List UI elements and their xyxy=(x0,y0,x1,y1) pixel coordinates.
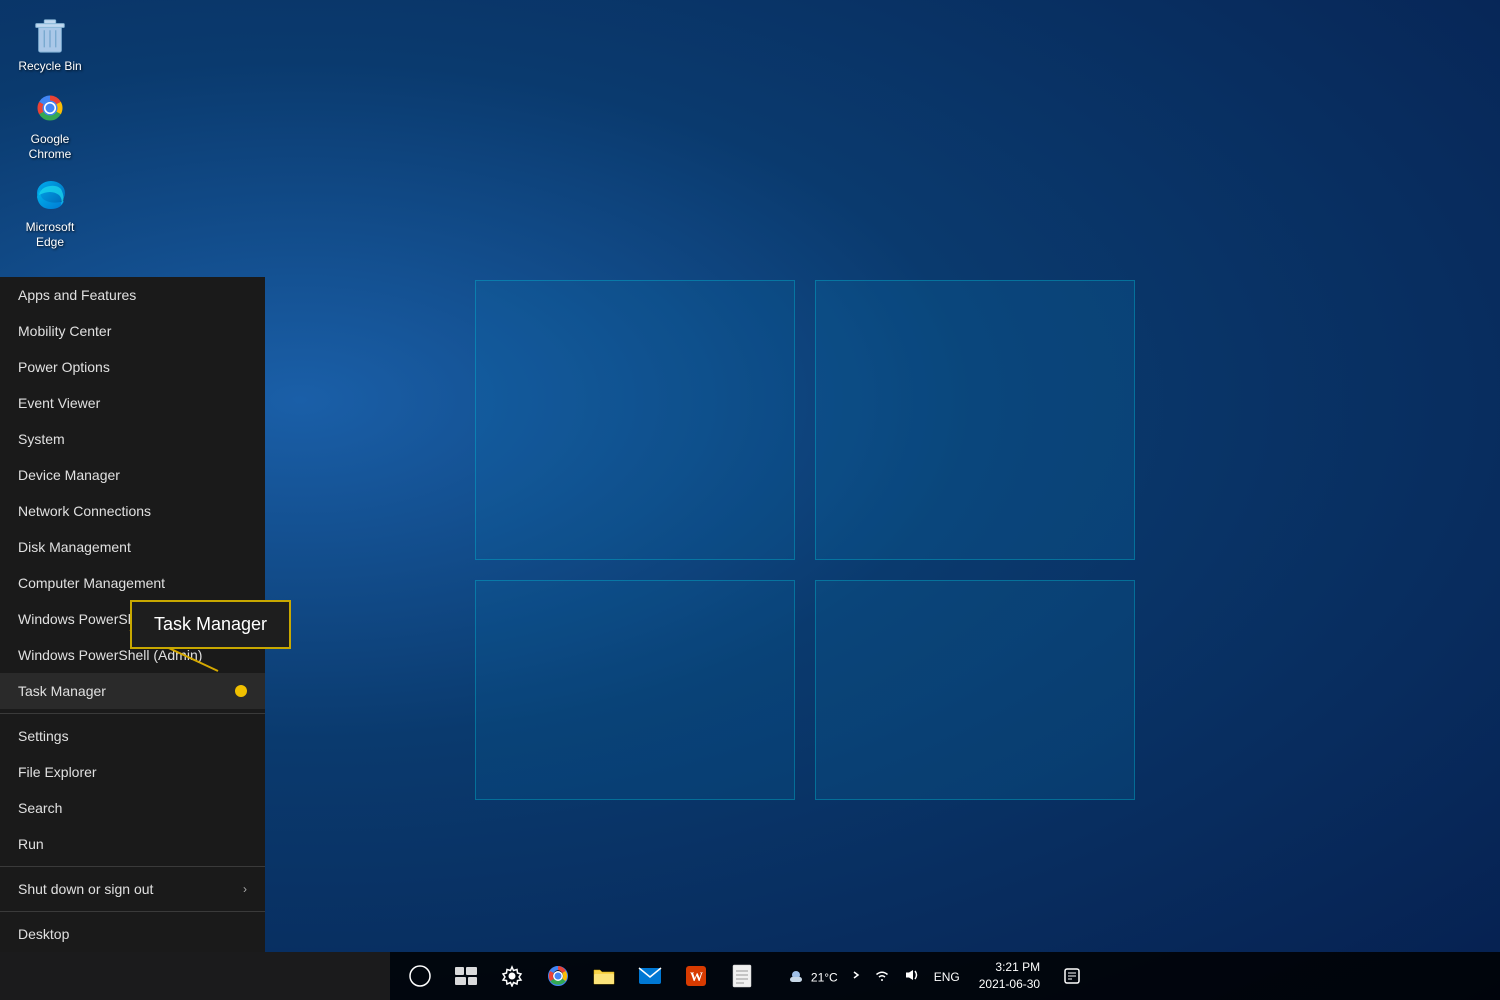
desktop-icons: Recycle Bin Go xyxy=(10,10,90,254)
menu-item-event-viewer[interactable]: Event Viewer xyxy=(0,385,265,421)
svg-text:W: W xyxy=(690,969,703,984)
menu-item-computer-management[interactable]: Computer Management xyxy=(0,565,265,601)
taskbar-language-indicator[interactable]: ENG xyxy=(931,966,963,986)
desktop: Recycle Bin Go xyxy=(0,0,1500,1000)
task-manager-dot xyxy=(235,685,247,697)
taskbar: W 21°C xyxy=(0,952,1500,1000)
taskbar-show-hidden-icons[interactable] xyxy=(849,966,863,986)
taskbar-task-view-button[interactable] xyxy=(446,956,486,996)
microsoft-edge-label: Microsoft Edge xyxy=(15,220,85,249)
menu-item-run[interactable]: Run xyxy=(0,826,265,862)
menu-divider-2 xyxy=(0,866,265,867)
taskbar-mail-button[interactable] xyxy=(630,956,670,996)
windows-logo-watermark xyxy=(475,200,1175,800)
menu-item-task-manager[interactable]: Task Manager xyxy=(0,673,265,709)
win-pane-br xyxy=(815,580,1135,800)
menu-item-search[interactable]: Search xyxy=(0,790,265,826)
win-pane-tl xyxy=(475,280,795,560)
task-manager-tooltip: Task Manager xyxy=(130,600,291,649)
taskbar-action-center[interactable] xyxy=(1056,960,1088,992)
menu-item-disk-management[interactable]: Disk Management xyxy=(0,529,265,565)
google-chrome-icon[interactable]: Google Chrome xyxy=(10,83,90,166)
taskbar-office-button[interactable]: W xyxy=(676,956,716,996)
menu-item-device-manager[interactable]: Device Manager xyxy=(0,457,265,493)
menu-item-shut-down[interactable]: Shut down or sign out › xyxy=(0,871,265,907)
recycle-bin-label: Recycle Bin xyxy=(18,59,81,73)
taskbar-weather[interactable]: 21°C xyxy=(784,966,841,986)
menu-item-network-connections[interactable]: Network Connections xyxy=(0,493,265,529)
taskbar-start-area xyxy=(0,952,390,1000)
taskbar-search-button[interactable] xyxy=(400,956,440,996)
taskbar-settings-button[interactable] xyxy=(492,956,532,996)
win-pane-bl xyxy=(475,580,795,800)
microsoft-edge-icon[interactable]: Microsoft Edge xyxy=(10,171,90,254)
menu-divider-1 xyxy=(0,713,265,714)
menu-item-file-explorer[interactable]: File Explorer xyxy=(0,754,265,790)
shut-down-arrow-icon: › xyxy=(243,882,247,896)
menu-item-power-options[interactable]: Power Options xyxy=(0,349,265,385)
taskbar-volume-icon[interactable] xyxy=(901,966,923,987)
taskbar-chrome-button[interactable] xyxy=(538,956,578,996)
win-pane-tr xyxy=(815,280,1135,560)
menu-divider-3 xyxy=(0,911,265,912)
menu-item-mobility-center[interactable]: Mobility Center xyxy=(0,313,265,349)
taskbar-file-explorer-button[interactable] xyxy=(584,956,624,996)
menu-item-apps-features[interactable]: Apps and Features xyxy=(0,277,265,313)
taskbar-icons: W xyxy=(390,956,772,996)
taskbar-network-icon[interactable] xyxy=(871,966,893,987)
taskbar-tray: 21°C xyxy=(772,952,1100,1000)
recycle-bin-icon[interactable]: Recycle Bin xyxy=(10,10,90,78)
menu-item-settings[interactable]: Settings xyxy=(0,718,265,754)
menu-item-system[interactable]: System xyxy=(0,421,265,457)
menu-item-desktop[interactable]: Desktop xyxy=(0,916,265,952)
google-chrome-label: Google Chrome xyxy=(15,132,85,161)
taskbar-notepad-button[interactable] xyxy=(722,956,762,996)
taskbar-clock[interactable]: 3:21 PM 2021-06-30 xyxy=(971,959,1048,993)
